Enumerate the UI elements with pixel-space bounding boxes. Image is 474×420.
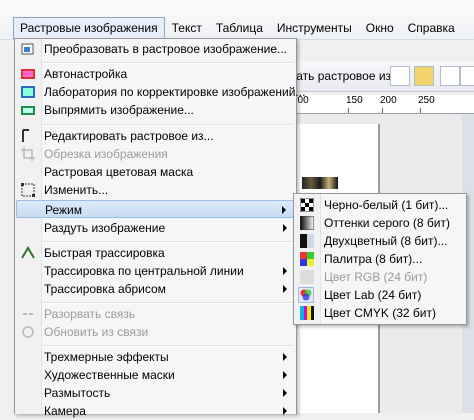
menu-item-update-from-link[interactable]: Обновить из связи	[16, 323, 294, 341]
edit-bitmap-icon	[22, 129, 29, 142]
menu-window[interactable]: Окно	[359, 17, 401, 39]
menu-text[interactable]: Текст	[165, 17, 209, 39]
menu-item-crop-image[interactable]: Обрезка изображения	[16, 145, 294, 163]
ruler-tick: 150	[346, 95, 363, 106]
resample-icon	[21, 183, 35, 197]
bitmap-tool-icon[interactable]	[390, 66, 410, 86]
menu-item-centerline-trace[interactable]: Трассировка по центральной линии	[16, 262, 294, 280]
mode-grayscale[interactable]: Оттенки серого (8 бит)	[295, 214, 465, 232]
convert-bitmap-icon	[21, 43, 34, 55]
mode-rgb[interactable]: Цвет RGB (24 бит)	[295, 268, 465, 286]
menu-tools[interactable]: Инструменты	[270, 17, 359, 39]
menu-item-break-link[interactable]: Разорвать связь	[16, 305, 294, 323]
menu-item-camera[interactable]: Камера	[16, 402, 294, 420]
menu-item-edit-bitmap[interactable]: Редактировать растровое из...	[16, 127, 294, 145]
submenu-arrow-icon	[283, 224, 287, 232]
mode-submenu: Черно-белый (1 бит)... Оттенки серого (8…	[293, 193, 467, 325]
crop-icon	[21, 147, 35, 161]
image-lab-icon	[21, 86, 35, 98]
break-link-icon	[23, 313, 33, 315]
grayscale-icon	[300, 216, 314, 230]
menu-item-resample[interactable]: Изменить...	[16, 181, 294, 199]
menu-item-convert-to-bitmap[interactable]: Преобразовать в растровое изображение...	[16, 40, 294, 58]
update-link-icon	[22, 326, 34, 338]
menu-item-outline-trace[interactable]: Трассировка абрисом	[16, 280, 294, 298]
menu-item-quick-trace[interactable]: Быстрая трассировка	[16, 244, 294, 262]
mask-icon[interactable]	[440, 66, 460, 86]
black-white-icon	[300, 198, 314, 212]
submenu-arrow-icon	[283, 389, 287, 397]
ruler-tick: 200	[380, 95, 397, 106]
menu-item-3d-effects[interactable]: Трехмерные эффекты	[16, 348, 294, 366]
menu-table[interactable]: Таблица	[209, 17, 270, 39]
mode-duotone[interactable]: Двухцветный (8 бит)...	[295, 232, 465, 250]
submenu-arrow-icon	[283, 371, 287, 379]
palette-icon	[300, 252, 314, 266]
mode-palette[interactable]: Палитра (8 бит)...	[295, 250, 465, 268]
submenu-arrow-icon	[283, 353, 287, 361]
duotone-icon	[300, 234, 314, 248]
menu-item-image-adjustment-lab[interactable]: Лаборатория по корректировке изображений…	[16, 83, 305, 101]
bitmaps-menu: Преобразовать в растровое изображение...…	[14, 38, 305, 418]
straighten-icon	[21, 106, 35, 115]
menu-item-inflate-bitmap[interactable]: Раздуть изображение	[16, 219, 294, 237]
bitmap-image[interactable]	[302, 177, 338, 189]
menu-item-art-strokes[interactable]: Художественные маски	[16, 366, 294, 384]
menu-item-straighten-image[interactable]: Выпрямить изображение...	[16, 101, 294, 119]
menu-item-color-mask[interactable]: Растровая цветовая маска	[16, 163, 294, 181]
menubar: Растровые изображения Текст Таблица Инст…	[0, 0, 474, 40]
submenu-arrow-icon	[283, 407, 287, 415]
mode-cmyk[interactable]: Цвет CMYK (32 бит)	[295, 304, 465, 322]
submenu-arrow-icon	[283, 285, 287, 293]
menu-item-blur[interactable]: Размытость	[16, 384, 294, 402]
submenu-arrow-icon	[283, 267, 287, 275]
ruler-tick: 250	[418, 95, 435, 106]
menu-item-mode[interactable]: Режим	[16, 200, 294, 218]
menu-bitmaps[interactable]: Растровые изображения	[13, 17, 165, 39]
horizontal-ruler: 100 150 200 250	[290, 95, 474, 114]
submenu-arrow-icon	[282, 206, 286, 214]
auto-adjust-icon	[21, 69, 35, 79]
convert-to-bitmap-button[interactable]: вать растровое из.	[290, 69, 394, 83]
quick-trace-icon	[21, 246, 35, 259]
rgb-icon	[300, 270, 314, 284]
mode-lab[interactable]: Цвет Lab (24 бит)	[295, 286, 465, 304]
mode-black-white[interactable]: Черно-белый (1 бит)...	[295, 196, 465, 214]
menu-help[interactable]: Справка	[401, 17, 462, 39]
cmyk-icon	[300, 306, 314, 320]
menu-item-auto-adjust[interactable]: Автонастройка	[16, 65, 294, 83]
effects-icon[interactable]	[460, 66, 474, 86]
property-toolbar: вать растровое из.	[290, 61, 474, 92]
lab-color-icon	[298, 287, 314, 303]
trace-icon[interactable]	[414, 66, 434, 86]
